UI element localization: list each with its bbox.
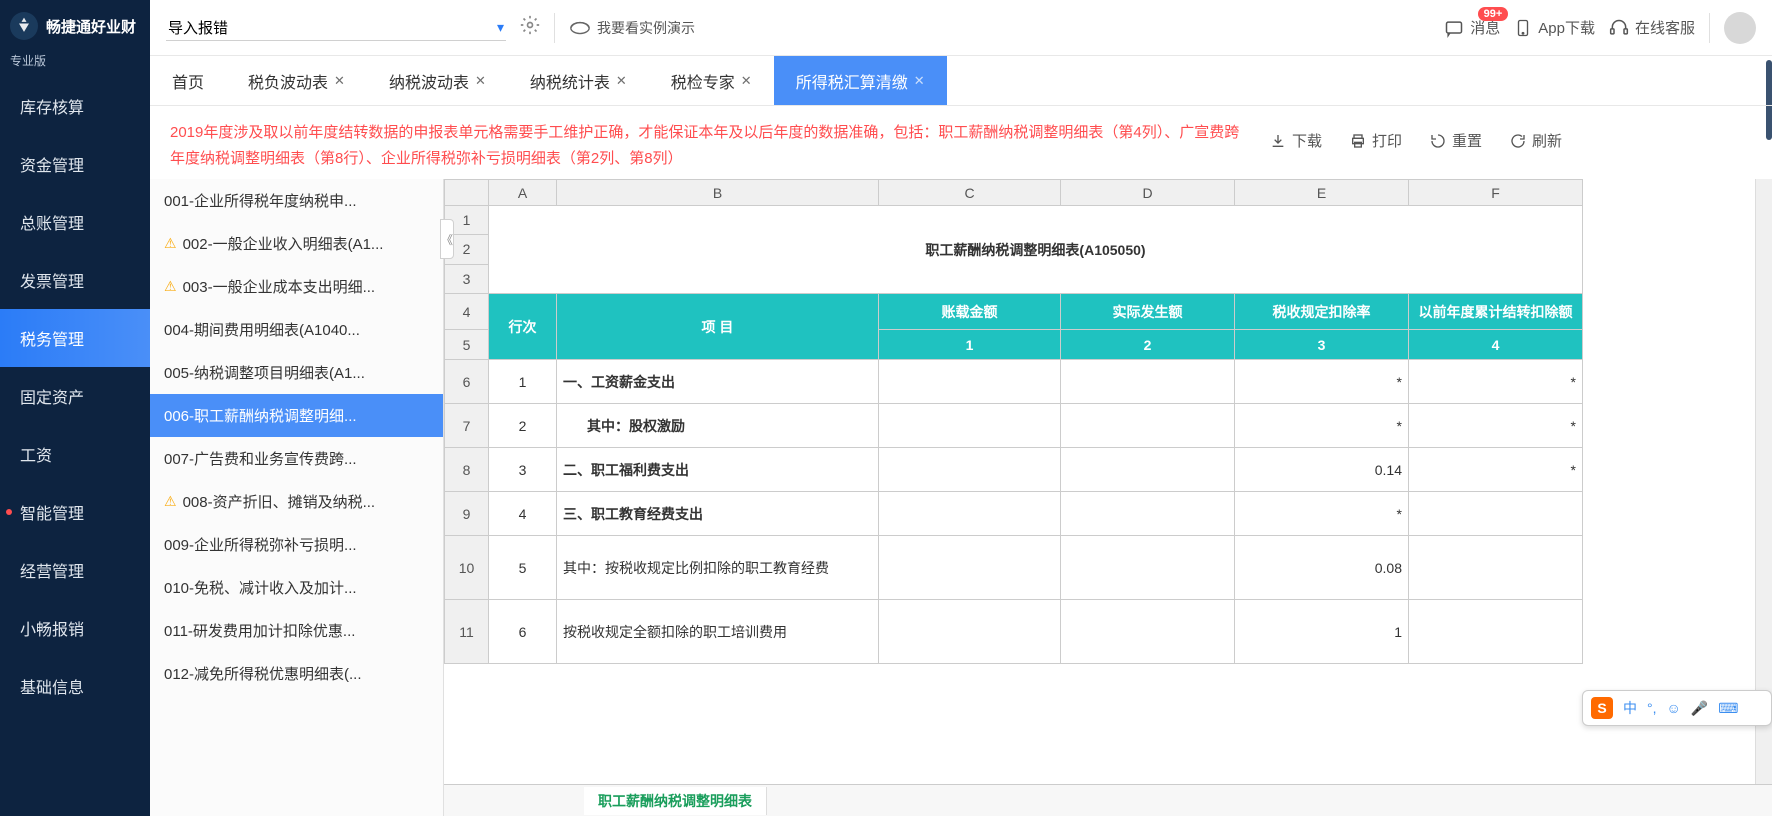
ime-keyboard-icon[interactable]: ⌨	[1718, 700, 1738, 717]
nav-item-0[interactable]: 库存核算	[0, 77, 150, 135]
form-item-9[interactable]: 010-免税、减计收入及加计...	[150, 566, 443, 609]
sheet-title: 职工薪酬纳税调整明细表(A105050)	[489, 206, 1583, 294]
nav-item-7[interactable]: 智能管理	[0, 483, 150, 541]
close-icon[interactable]: ✕	[914, 73, 925, 89]
reset-button[interactable]: 重置	[1430, 130, 1482, 151]
col-header[interactable]: E	[1235, 180, 1409, 206]
search-input[interactable]	[168, 19, 489, 36]
form-item-1[interactable]: ⚠002-一般企业收入明细表(A1...	[150, 222, 443, 265]
col-header[interactable]: D	[1061, 180, 1235, 206]
tabs: 首页税负波动表✕纳税波动表✕纳税统计表✕税检专家✕所得税汇算清缴✕	[150, 56, 1772, 106]
form-item-6[interactable]: 007-广告费和业务宣传费跨...	[150, 437, 443, 480]
nav-item-8[interactable]: 经营管理	[0, 541, 150, 599]
messages[interactable]: 消息 99+	[1444, 17, 1500, 38]
form-item-7[interactable]: ⚠008-资产折旧、摊销及纳税...	[150, 480, 443, 523]
ime-logo-icon: S	[1591, 697, 1613, 719]
form-item-0[interactable]: 001-企业所得税年度纳税申...	[150, 179, 443, 222]
app-download[interactable]: App下载	[1514, 17, 1595, 38]
logo-icon	[10, 12, 38, 40]
warn-icon: ⚠	[164, 278, 177, 295]
avatar[interactable]	[1724, 12, 1756, 44]
close-icon[interactable]: ✕	[616, 73, 627, 89]
ime-mic-icon[interactable]: 🎤	[1691, 700, 1708, 717]
form-item-8[interactable]: 009-企业所得税弥补亏损明...	[150, 523, 443, 566]
nav-item-4[interactable]: 税务管理	[0, 309, 150, 367]
tab-2[interactable]: 纳税波动表✕	[367, 56, 508, 105]
ime-punct-icon: °,	[1647, 700, 1657, 716]
nav-item-10[interactable]: 基础信息	[0, 657, 150, 715]
col-header[interactable]: B	[557, 180, 879, 206]
tab-1[interactable]: 税负波动表✕	[226, 56, 367, 105]
tab-5[interactable]: 所得税汇算清缴✕	[774, 56, 947, 105]
form-list: 001-企业所得税年度纳税申...⚠002-一般企业收入明细表(A1...⚠00…	[150, 179, 444, 816]
nav-item-1[interactable]: 资金管理	[0, 135, 150, 193]
col-header[interactable]: A	[489, 180, 557, 206]
gear-icon[interactable]	[520, 15, 540, 40]
search-box[interactable]: ▾	[166, 15, 506, 41]
demo-link[interactable]: 我要看实例演示	[569, 17, 695, 39]
close-icon[interactable]: ✕	[741, 73, 752, 89]
customer-service[interactable]: 在线客服	[1609, 17, 1695, 38]
warn-icon: ⚠	[164, 493, 177, 510]
brand-name: 畅捷通好业财	[46, 16, 136, 37]
form-item-2[interactable]: ⚠003-一般企业成本支出明细...	[150, 265, 443, 308]
close-icon[interactable]: ✕	[334, 73, 345, 89]
warn-icon: ⚠	[164, 235, 177, 252]
tab-3[interactable]: 纳税统计表✕	[508, 56, 649, 105]
collapse-handle[interactable]: 《	[440, 219, 454, 259]
spreadsheet[interactable]: ABCDEF1职工薪酬纳税调整明细表(A105050)234行次项 目账载金额实…	[444, 179, 1583, 664]
ime-emoji-icon[interactable]: ☺	[1667, 700, 1681, 716]
nav-item-6[interactable]: 工资	[0, 425, 150, 483]
print-button[interactable]: 打印	[1350, 130, 1402, 151]
tab-4[interactable]: 税检专家✕	[649, 56, 774, 105]
form-item-3[interactable]: 004-期间费用明细表(A1040...	[150, 308, 443, 351]
edition: 专业版	[0, 52, 150, 77]
form-item-10[interactable]: 011-研发费用加计扣除优惠...	[150, 609, 443, 652]
col-header[interactable]: F	[1409, 180, 1583, 206]
col-header[interactable]: C	[879, 180, 1061, 206]
refresh-button[interactable]: 刷新	[1510, 130, 1562, 151]
form-item-5[interactable]: 006-职工薪酬纳税调整明细...	[150, 394, 443, 437]
topbar: ▾ 我要看实例演示 消息 99+ App下载 在线客服	[150, 0, 1772, 56]
nav-item-3[interactable]: 发票管理	[0, 251, 150, 309]
nav-item-5[interactable]: 固定资产	[0, 367, 150, 425]
sheet-tab[interactable]: 职工薪酬纳税调整明细表	[584, 787, 767, 815]
download-button[interactable]: 下载	[1270, 130, 1322, 151]
nav-item-2[interactable]: 总账管理	[0, 193, 150, 251]
form-item-11[interactable]: 012-减免所得税优惠明细表(...	[150, 652, 443, 695]
nav-item-9[interactable]: 小畅报销	[0, 599, 150, 657]
chevron-down-icon[interactable]: ▾	[497, 19, 504, 36]
sidebar: 畅捷通好业财 专业版 库存核算资金管理总账管理发票管理税务管理固定资产工资智能管…	[0, 0, 150, 816]
notice-text: 2019年度涉及取以前年度结转数据的申报表单元格需要手工维护正确，才能保证本年及…	[170, 120, 1250, 171]
ime-widget[interactable]: S 中 °, ☺ 🎤 ⌨	[1582, 690, 1772, 726]
form-item-4[interactable]: 005-纳税调整项目明细表(A1...	[150, 351, 443, 394]
tab-0[interactable]: 首页	[150, 56, 226, 105]
logo: 畅捷通好业财	[0, 0, 150, 52]
msg-badge: 99+	[1478, 7, 1509, 21]
close-icon[interactable]: ✕	[475, 73, 486, 89]
